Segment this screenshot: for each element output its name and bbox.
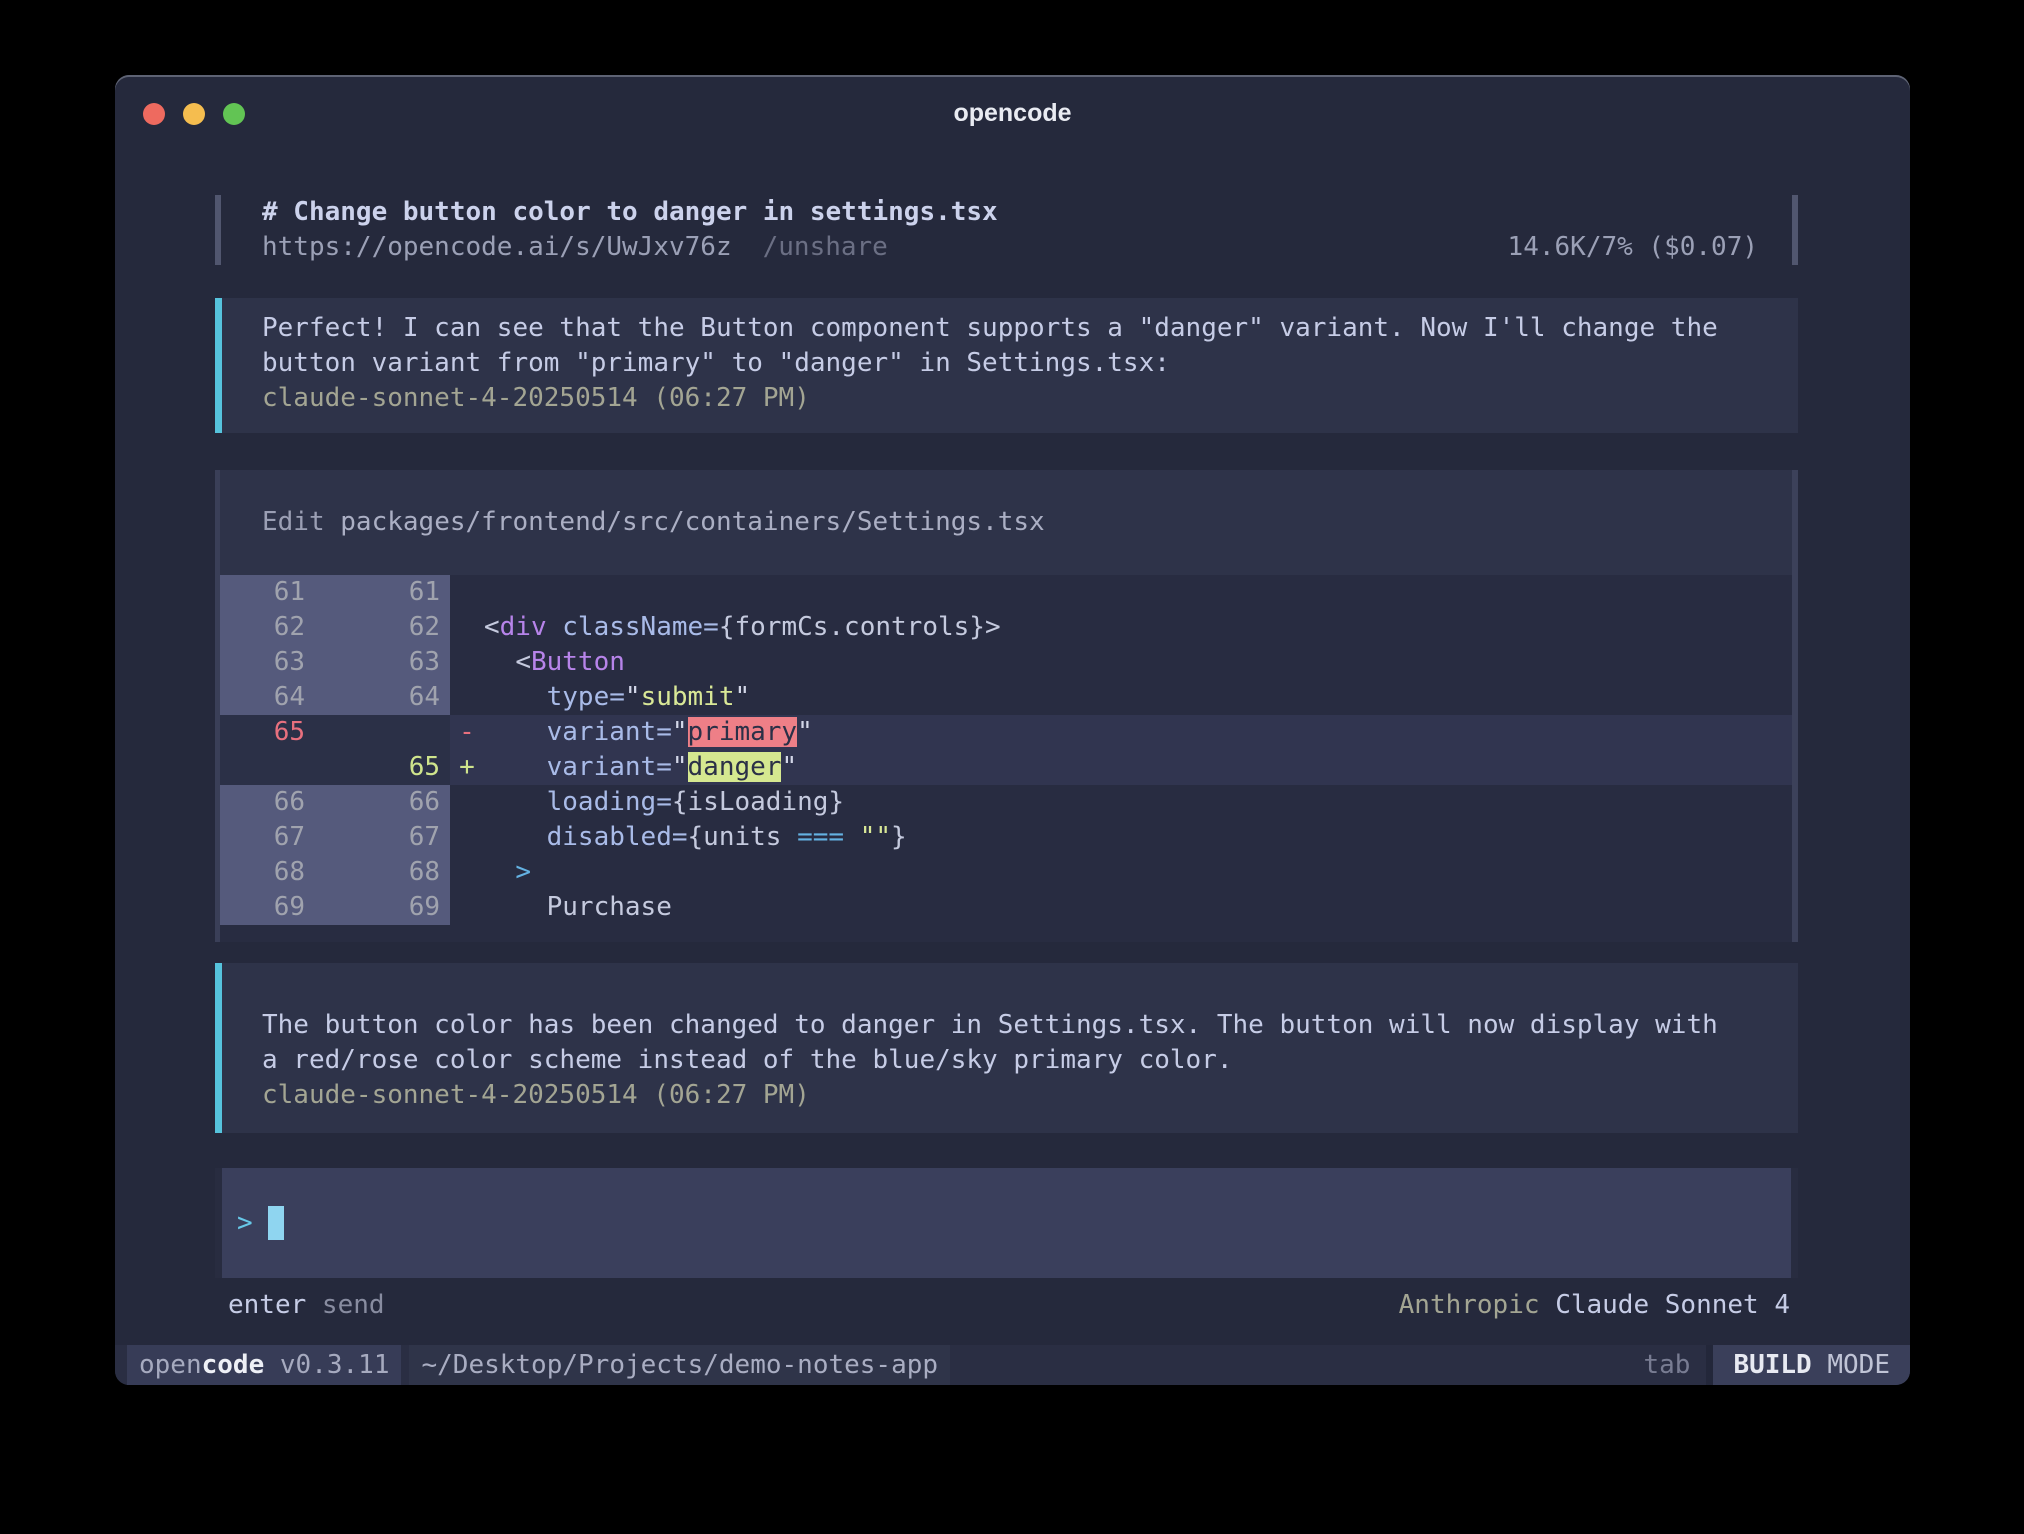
line-number-new xyxy=(317,715,450,750)
opencode-window: opencode # Change button color to danger… xyxy=(115,75,1910,1385)
line-number-old xyxy=(215,750,317,785)
diff-marker xyxy=(450,890,484,925)
line-number-new: 68 xyxy=(317,855,450,890)
edit-tool-header: Edit packages/frontend/src/containers/Se… xyxy=(215,470,1798,575)
diff-rows: 61616262 <div className={formCs.controls}… xyxy=(215,575,1798,925)
code-line: type="submit" xyxy=(484,680,750,715)
app-version: v0.3.11 xyxy=(264,1350,389,1380)
diff-marker xyxy=(450,645,484,680)
working-directory: ~/Desktop/Projects/demo-notes-app xyxy=(409,1345,950,1385)
diff-marker xyxy=(450,610,484,645)
assistant-message: The button color has been changed to dan… xyxy=(215,963,1798,1133)
diff-row: 6161 xyxy=(215,575,1798,610)
message-text-line: The button color has been changed to dan… xyxy=(262,1008,1798,1043)
edit-block-footer xyxy=(215,925,1798,942)
diff-row: 6363 <Button xyxy=(215,645,1798,680)
text-cursor xyxy=(268,1206,284,1240)
line-number-new: 67 xyxy=(317,820,450,855)
diff-row: 65 - variant="primary" xyxy=(215,715,1798,750)
edit-tool-label: Edit xyxy=(262,507,340,537)
send-hint: enter send xyxy=(228,1288,385,1323)
code-line: variant="primary" xyxy=(484,715,813,750)
mode-toggle-chip[interactable]: BUILD MODE xyxy=(1713,1345,1910,1385)
status-bar-divider xyxy=(1706,1345,1713,1385)
enter-key-hint: enter xyxy=(228,1290,306,1320)
diff-row: 6262 <div className={formCs.controls}> xyxy=(215,610,1798,645)
line-number-new: 65 xyxy=(317,750,450,785)
diff-row: 6868 > xyxy=(215,855,1798,890)
prompt-input[interactable]: > xyxy=(215,1168,1798,1278)
line-number-new: 66 xyxy=(317,785,450,820)
token-usage-cost: 14.6K/7% ($0.07) xyxy=(1508,230,1758,265)
diff-marker xyxy=(450,680,484,715)
code-line: <Button xyxy=(484,645,625,680)
line-number-new: 63 xyxy=(317,645,450,680)
edit-tool-block: Edit packages/frontend/src/containers/Se… xyxy=(215,470,1798,942)
diff-row: 6969 Purchase xyxy=(215,890,1798,925)
diff-marker xyxy=(450,575,484,610)
session-title: # Change button color to danger in setti… xyxy=(215,195,1798,230)
line-number-old: 65 xyxy=(215,715,317,750)
hint-row: enter send Anthropic Claude Sonnet 4 xyxy=(228,1288,1790,1323)
diff-row: 6666 loading={isLoading} xyxy=(215,785,1798,820)
unshare-command[interactable]: /unshare xyxy=(763,230,888,265)
mode-name: BUILD xyxy=(1733,1350,1811,1380)
code-line: Purchase xyxy=(484,890,672,925)
tab-key-hint[interactable]: tab xyxy=(1643,1345,1690,1385)
session-header: # Change button color to danger in setti… xyxy=(215,195,1798,265)
message-text-line: Perfect! I can see that the Button compo… xyxy=(262,311,1798,346)
status-bar-spacer xyxy=(950,1345,1643,1385)
diff-marker xyxy=(450,855,484,890)
line-number-old: 63 xyxy=(215,645,317,680)
code-line: > xyxy=(484,855,531,890)
model-indicator: Anthropic Claude Sonnet 4 xyxy=(1399,1288,1790,1323)
message-model-meta: claude-sonnet-4-20250514 (06:27 PM) xyxy=(262,381,1798,416)
diff-marker: - xyxy=(450,715,484,750)
diff-marker xyxy=(450,820,484,855)
code-line: loading={isLoading} xyxy=(484,785,844,820)
message-text-line: button variant from "primary" to "danger… xyxy=(262,346,1798,381)
line-number-old: 67 xyxy=(215,820,317,855)
line-number-new: 62 xyxy=(317,610,450,645)
line-number-old: 64 xyxy=(215,680,317,715)
message-model-meta: claude-sonnet-4-20250514 (06:27 PM) xyxy=(262,1078,1798,1113)
app-version-chip: opencode v0.3.11 xyxy=(127,1345,401,1385)
send-action-hint: send xyxy=(306,1290,384,1320)
message-text-line: a red/rose color scheme instead of the b… xyxy=(262,1043,1798,1078)
diff-row: 6464 type="submit" xyxy=(215,680,1798,715)
line-number-new: 69 xyxy=(317,890,450,925)
provider-name: Anthropic xyxy=(1399,1290,1556,1320)
line-number-old: 69 xyxy=(215,890,317,925)
app-name-code: code xyxy=(202,1350,265,1380)
prompt-symbol: > xyxy=(237,1208,253,1238)
diff-marker: + xyxy=(450,750,484,785)
line-number-old: 68 xyxy=(215,855,317,890)
line-number-old: 61 xyxy=(215,575,317,610)
model-name: Claude Sonnet 4 xyxy=(1555,1290,1790,1320)
share-url[interactable]: https://opencode.ai/s/UwJxv76z xyxy=(262,230,732,265)
window-title: opencode xyxy=(115,99,1910,128)
line-number-new: 64 xyxy=(317,680,450,715)
status-bar: opencode v0.3.11 ~/Desktop/Projects/demo… xyxy=(115,1345,1910,1385)
code-line: variant="danger" xyxy=(484,750,797,785)
line-number-new: 61 xyxy=(317,575,450,610)
app-name-open: open xyxy=(139,1350,202,1380)
edit-file-path: packages/frontend/src/containers/Setting… xyxy=(340,507,1044,537)
diff-marker xyxy=(450,785,484,820)
line-number-old: 62 xyxy=(215,610,317,645)
assistant-message: Perfect! I can see that the Button compo… xyxy=(215,298,1798,433)
code-line: <div className={formCs.controls}> xyxy=(484,610,1001,645)
diff-row: 65+ variant="danger" xyxy=(215,750,1798,785)
code-line: disabled={units === ""} xyxy=(484,820,907,855)
mode-suffix: MODE xyxy=(1812,1350,1890,1380)
diff-row: 6767 disabled={units === ""} xyxy=(215,820,1798,855)
line-number-old: 66 xyxy=(215,785,317,820)
